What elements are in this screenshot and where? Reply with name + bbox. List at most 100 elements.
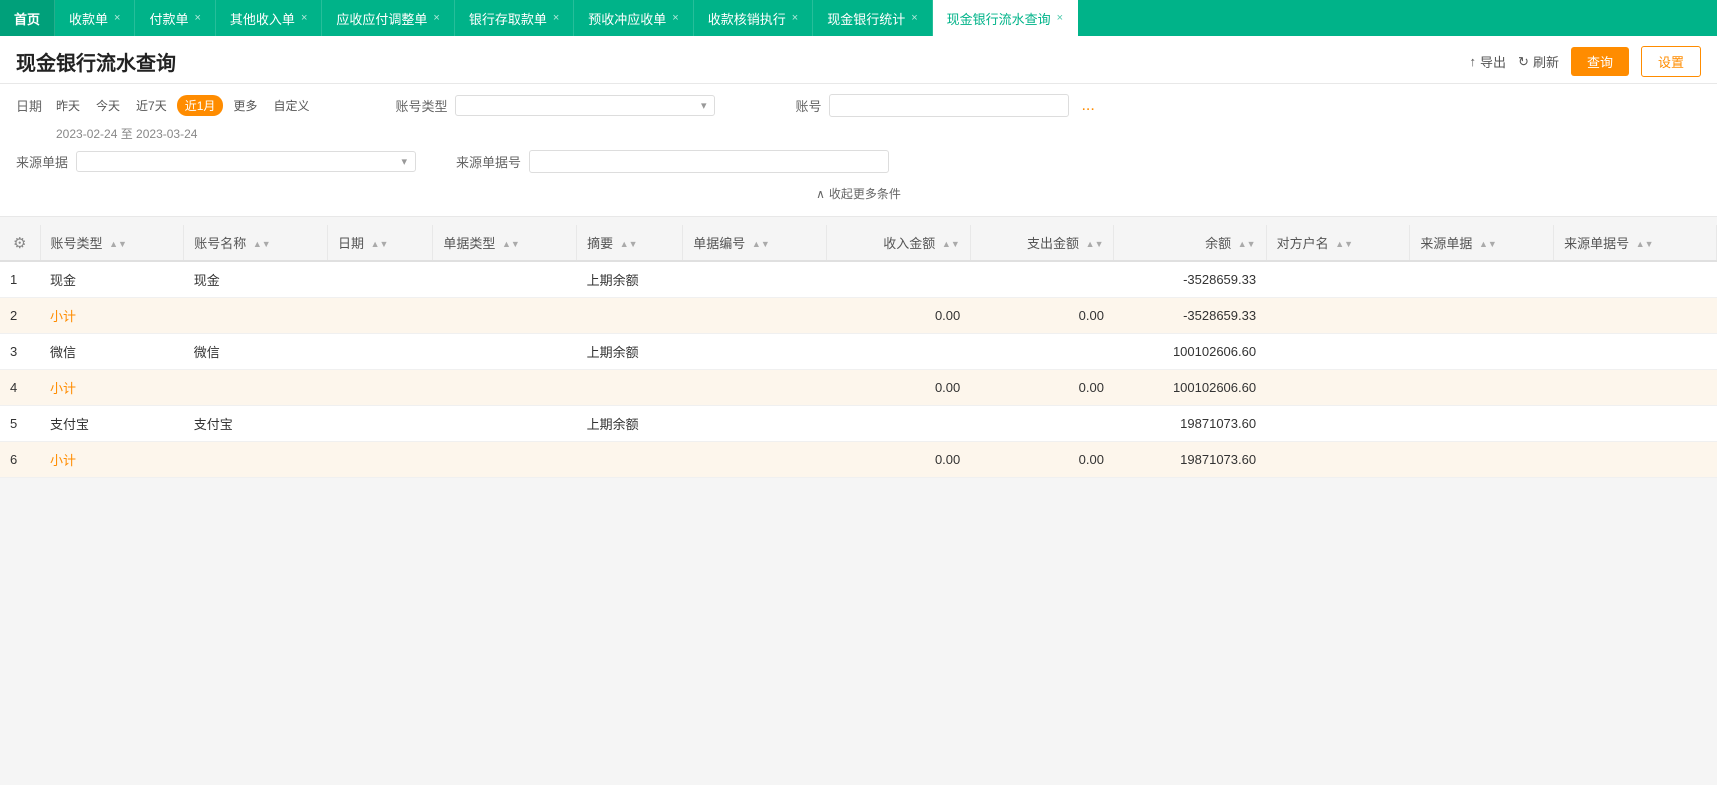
table-cell <box>577 298 683 334</box>
refresh-button[interactable]: ↻ 刷新 <box>1518 52 1559 71</box>
nav-item-payment[interactable]: 付款单 × <box>135 0 215 36</box>
date-range-text: 2023-02-24 至 2023-03-24 <box>56 127 197 141</box>
table-cell: 上期余额 <box>577 334 683 370</box>
nav-item-ar-ap-adjust[interactable]: 应收应付调整单 × <box>322 0 454 36</box>
table-cell <box>970 261 1114 298</box>
table-cell: 支付宝 <box>40 406 184 442</box>
shortcut-custom[interactable]: 自定义 <box>267 95 315 116</box>
sort-icon-acct-type: ▲▼ <box>109 240 127 249</box>
close-icon-writeoff[interactable]: × <box>792 12 798 24</box>
chevron-down-icon: ▾ <box>701 99 707 112</box>
table-cell <box>184 442 328 478</box>
table-cell: 19871073.60 <box>1114 406 1266 442</box>
table-row: 5支付宝支付宝上期余额19871073.60 <box>0 406 1717 442</box>
table-cell <box>683 406 827 442</box>
account-dots-button[interactable]: ... <box>1077 97 1098 115</box>
table-cell: 0.00 <box>970 370 1114 406</box>
nav-item-home[interactable]: 首页 <box>0 0 55 36</box>
collapse-label: 收起更多条件 <box>829 185 901 202</box>
close-icon-bank-flow[interactable]: × <box>1057 12 1063 24</box>
table-row: 2小计0.000.00-3528659.33 <box>0 298 1717 334</box>
close-icon-other-income[interactable]: × <box>301 12 307 24</box>
table-cell: 0.00 <box>827 370 971 406</box>
shortcut-7days[interactable]: 近7天 <box>130 95 173 116</box>
table-cell <box>1410 261 1554 298</box>
export-button[interactable]: ↑ 导出 <box>1470 52 1507 71</box>
filter-area: 日期 昨天 今天 近7天 近1月 更多 自定义 账号类型 ▾ 账号 ... <box>0 84 1717 217</box>
account-type-filter-group: 账号类型 ▾ <box>395 95 715 116</box>
nav-label-other-income: 其他收入单 <box>230 9 295 28</box>
table-cell: 现金 <box>40 261 184 298</box>
table-cell <box>1410 442 1554 478</box>
nav-item-bank-deposit[interactable]: 银行存取款单 × <box>455 0 574 36</box>
account-type-select[interactable]: ▾ <box>455 95 715 116</box>
sort-icon-doc-no: ▲▼ <box>752 240 770 249</box>
table-settings-gear-icon[interactable]: ⚙ <box>13 235 26 252</box>
source-doc-no-input[interactable] <box>529 150 889 173</box>
col-acct-type: 账号类型 ▲▼ <box>40 225 184 261</box>
shortcut-yesterday[interactable]: 昨天 <box>50 95 86 116</box>
nav-label-writeoff: 收款核销执行 <box>708 9 786 28</box>
nav-label-ar-ap-adjust: 应收应付调整单 <box>336 9 427 28</box>
table-cell <box>1554 334 1717 370</box>
account-input[interactable] <box>829 94 1069 117</box>
sort-icon-doc-type: ▲▼ <box>502 240 520 249</box>
table-cell <box>827 261 971 298</box>
collapse-button[interactable]: ∧ 收起更多条件 <box>16 181 1701 206</box>
table-cell <box>1554 406 1717 442</box>
table-cell <box>683 442 827 478</box>
table-cell <box>1410 334 1554 370</box>
table-cell <box>1266 442 1410 478</box>
top-nav: 首页 收款单 × 付款单 × 其他收入单 × 应收应付调整单 × 银行存取款单 … <box>0 0 1717 36</box>
nav-item-bank-stats[interactable]: 现金银行统计 × <box>813 0 932 36</box>
refresh-icon: ↻ <box>1518 54 1529 70</box>
table-row: 1现金现金上期余额-3528659.33 <box>0 261 1717 298</box>
query-button[interactable]: 查询 <box>1571 47 1629 76</box>
shortcut-1month[interactable]: 近1月 <box>177 95 224 116</box>
table-cell: 支付宝 <box>184 406 328 442</box>
table-cell: 小计 <box>40 298 184 334</box>
sort-icon-income: ▲▼ <box>942 240 960 249</box>
shortcut-more[interactable]: 更多 <box>227 95 263 116</box>
table-cell: 0.00 <box>970 298 1114 334</box>
source-doc-select[interactable]: ▾ <box>76 151 416 172</box>
shortcut-today[interactable]: 今天 <box>90 95 126 116</box>
table-cell: 上期余额 <box>577 261 683 298</box>
table-container: ⚙ 账号类型 ▲▼ 账号名称 ▲▼ 日期 ▲▼ 单据类型 ▲▼ <box>0 225 1717 478</box>
close-icon-bank-stats[interactable]: × <box>911 12 917 24</box>
table-cell <box>1266 261 1410 298</box>
settings-button[interactable]: 设置 <box>1641 46 1701 77</box>
nav-label-payment: 付款单 <box>149 9 188 28</box>
col-counterparty: 对方户名 ▲▼ <box>1266 225 1410 261</box>
table-cell: 小计 <box>40 370 184 406</box>
close-icon-receipt[interactable]: × <box>114 12 120 24</box>
account-type-label: 账号类型 <box>395 96 447 115</box>
table-cell <box>683 370 827 406</box>
table-cell <box>1266 298 1410 334</box>
close-icon-ar-ap-adjust[interactable]: × <box>433 12 439 24</box>
sort-icon-date: ▲▼ <box>371 240 389 249</box>
close-icon-prepay[interactable]: × <box>672 12 678 24</box>
nav-item-writeoff[interactable]: 收款核销执行 × <box>694 0 813 36</box>
nav-item-bank-flow[interactable]: 现金银行流水查询 × <box>933 0 1078 36</box>
nav-item-other-income[interactable]: 其他收入单 × <box>216 0 322 36</box>
close-icon-payment[interactable]: × <box>194 12 200 24</box>
col-doc-no: 单据编号 ▲▼ <box>683 225 827 261</box>
date-label: 日期 <box>16 96 42 115</box>
table-cell: 小计 <box>40 442 184 478</box>
table-cell <box>827 334 971 370</box>
date-shortcuts: 昨天 今天 近7天 近1月 更多 自定义 <box>50 95 315 116</box>
table-cell <box>970 406 1114 442</box>
col-summary: 摘要 ▲▼ <box>577 225 683 261</box>
nav-item-receipt[interactable]: 收款单 × <box>55 0 135 36</box>
col-src-doc: 来源单据 ▲▼ <box>1410 225 1554 261</box>
table-cell: 100102606.60 <box>1114 334 1266 370</box>
table-header: ⚙ 账号类型 ▲▼ 账号名称 ▲▼ 日期 ▲▼ 单据类型 ▲▼ <box>0 225 1717 261</box>
close-icon-bank-deposit[interactable]: × <box>553 12 559 24</box>
nav-item-prepay[interactable]: 预收冲应收单 × <box>574 0 693 36</box>
source-doc-filter-group: 来源单据 ▾ <box>16 151 416 172</box>
table-cell <box>327 442 432 478</box>
table-cell: 6 <box>0 442 40 478</box>
table-cell <box>1410 370 1554 406</box>
nav-label-prepay: 预收冲应收单 <box>588 9 666 28</box>
